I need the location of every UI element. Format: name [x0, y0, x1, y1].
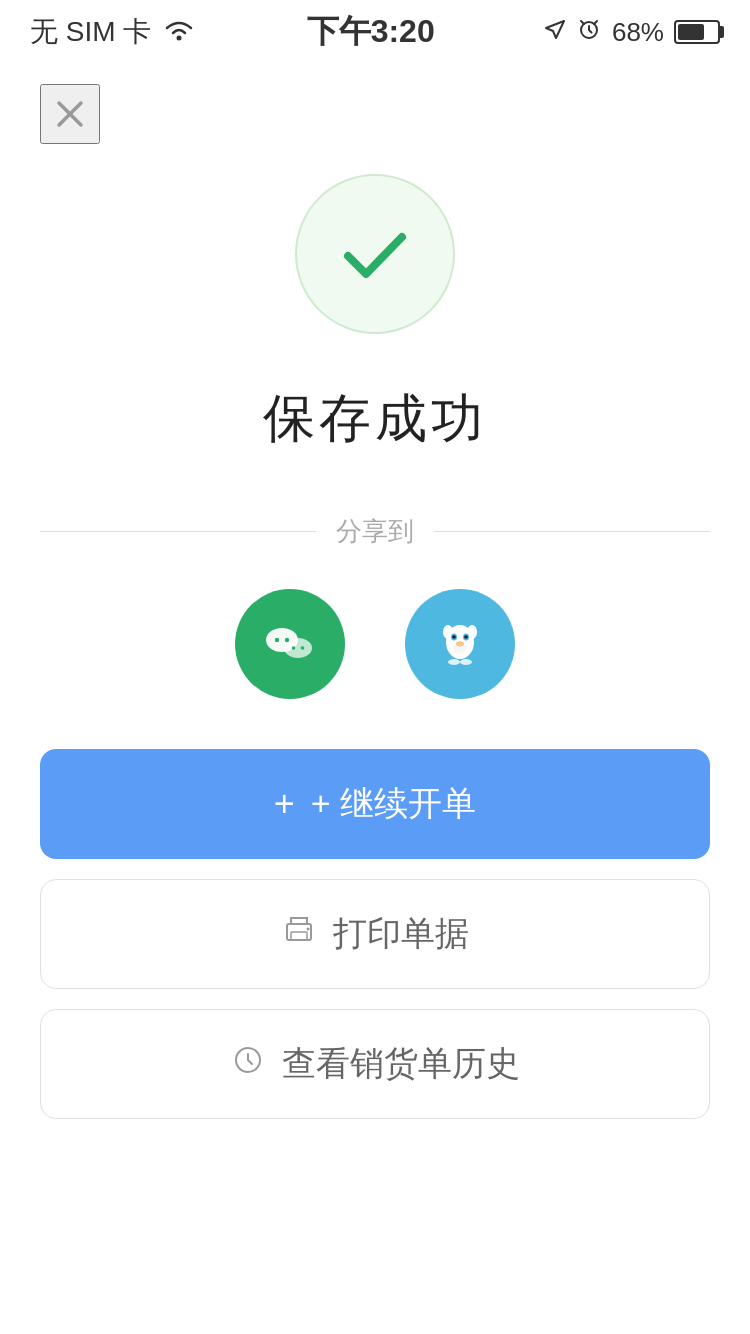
continue-button[interactable]: + + 继续开单	[40, 749, 710, 859]
wechat-share-button[interactable]	[235, 589, 345, 699]
svg-point-7	[285, 638, 289, 642]
share-divider: 分享到	[40, 514, 710, 549]
print-button-label: 打印单据	[333, 911, 469, 957]
svg-point-15	[452, 635, 456, 639]
success-circle	[295, 174, 455, 334]
svg-point-9	[301, 646, 305, 650]
main-content: 保存成功 分享到	[0, 64, 750, 1159]
action-buttons: + + 继续开单 打印单据 查看销货单历	[40, 749, 710, 1119]
share-section: 分享到	[40, 514, 710, 699]
svg-point-16	[464, 635, 468, 639]
status-left: 无 SIM 卡	[30, 13, 197, 51]
continue-button-label: + 继续开单	[311, 781, 476, 827]
svg-point-8	[292, 646, 296, 650]
success-title: 保存成功	[263, 384, 487, 454]
print-button[interactable]: 打印单据	[40, 879, 710, 989]
svg-point-20	[453, 642, 467, 654]
battery-percent-text: 68%	[612, 17, 664, 48]
alarm-icon	[576, 16, 602, 49]
qq-icon	[428, 612, 492, 676]
status-time: 下午3:20	[307, 10, 435, 54]
history-button[interactable]: 查看销货单历史	[40, 1009, 710, 1119]
status-right: 68%	[544, 16, 720, 49]
qq-share-button[interactable]	[405, 589, 515, 699]
plus-icon: +	[274, 783, 295, 825]
battery-icon	[674, 20, 720, 44]
svg-rect-22	[291, 932, 307, 940]
history-button-label: 查看销货单历史	[282, 1041, 520, 1087]
wechat-icon	[258, 612, 322, 676]
share-label: 分享到	[336, 514, 414, 549]
wifi-icon	[161, 16, 197, 49]
carrier-text: 无 SIM 卡	[30, 13, 151, 51]
status-bar: 无 SIM 卡 下午3:20 68%	[0, 0, 750, 64]
svg-point-6	[275, 638, 279, 642]
print-icon	[281, 912, 317, 956]
location-arrow-icon	[544, 17, 566, 48]
svg-point-19	[460, 659, 472, 665]
svg-point-18	[448, 659, 460, 665]
share-icons	[40, 589, 710, 699]
check-icon	[330, 209, 420, 299]
svg-point-0	[177, 35, 182, 40]
svg-point-23	[307, 928, 310, 931]
close-button[interactable]	[40, 84, 100, 144]
history-icon	[230, 1042, 266, 1086]
